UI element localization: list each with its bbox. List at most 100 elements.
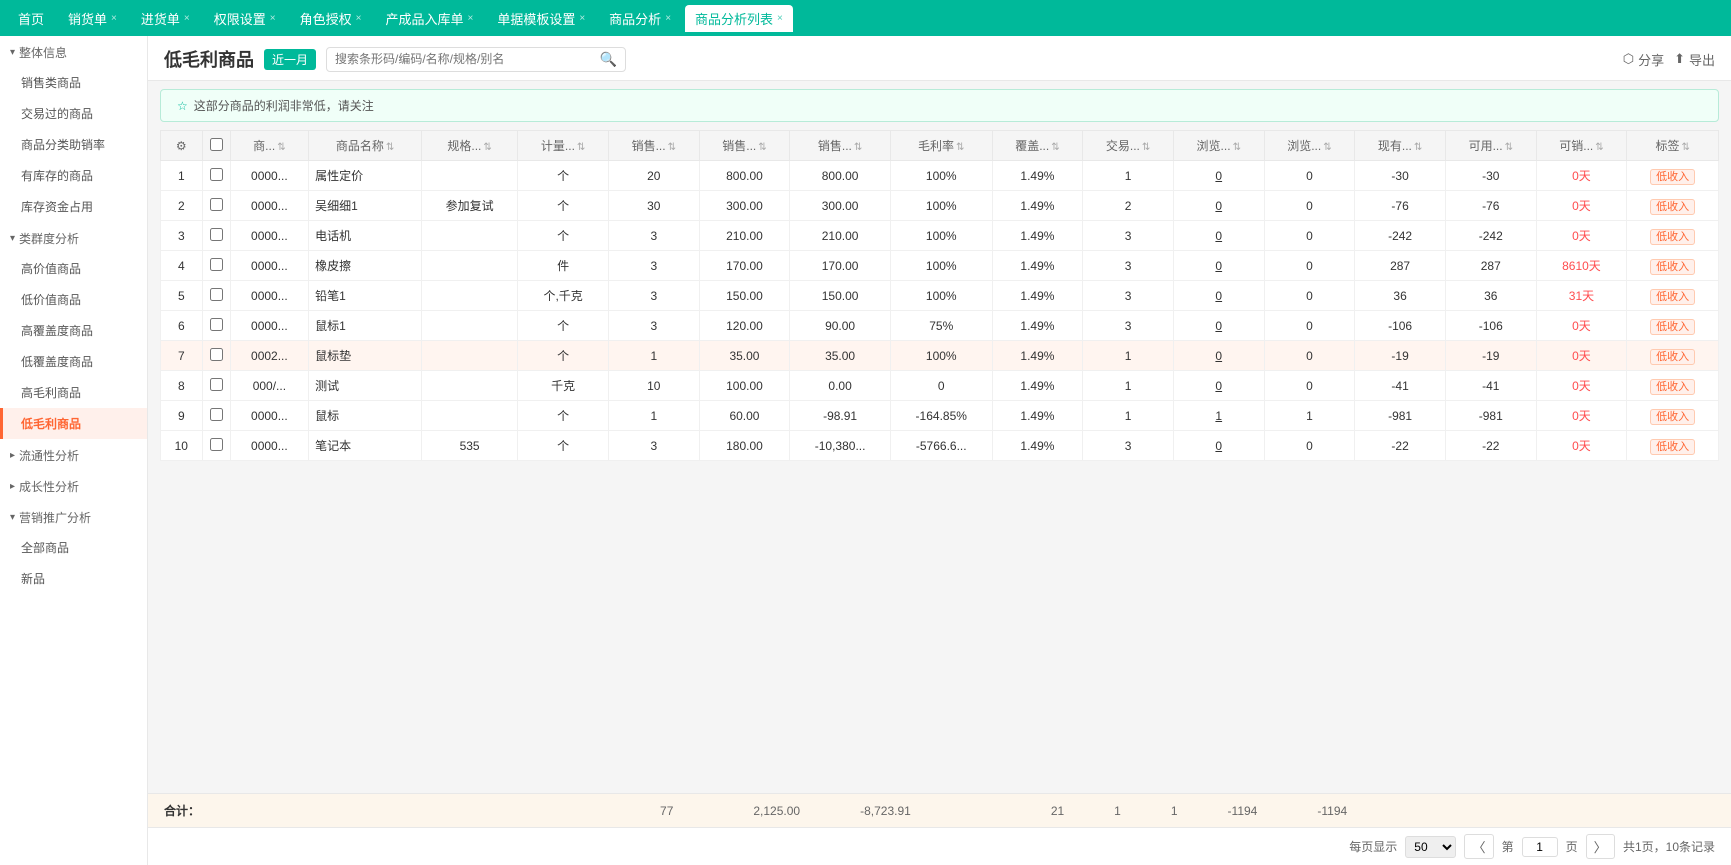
share-button[interactable]: ⬡ 分享 bbox=[1623, 50, 1664, 69]
nav-item-单据模板设置[interactable]: 单据模板设置× bbox=[487, 5, 595, 32]
row-view1[interactable]: 0 bbox=[1173, 191, 1264, 221]
nav-item-商品分析[interactable]: 商品分析× bbox=[599, 5, 681, 32]
col-trade[interactable]: 交易...⇅ bbox=[1083, 131, 1174, 161]
sidebar-item-交易过的商品[interactable]: 交易过的商品 bbox=[0, 98, 147, 129]
row-select-checkbox[interactable] bbox=[210, 198, 223, 211]
row-checkbox[interactable] bbox=[202, 341, 230, 371]
col-sale-amount[interactable]: 销售...⇅ bbox=[790, 131, 891, 161]
col-unit[interactable]: 计量...⇅ bbox=[518, 131, 609, 161]
row-select-checkbox[interactable] bbox=[210, 228, 223, 241]
search-input[interactable] bbox=[335, 52, 596, 66]
page-number-input[interactable] bbox=[1522, 837, 1558, 857]
row-name[interactable]: 鼠标1 bbox=[309, 311, 422, 341]
sidebar-item-高毛利商品[interactable]: 高毛利商品 bbox=[0, 377, 147, 408]
next-page-button[interactable]: 〉 bbox=[1586, 834, 1615, 859]
col-view2[interactable]: 浏览...⇅ bbox=[1264, 131, 1355, 161]
row-name[interactable]: 吴细细1 bbox=[309, 191, 422, 221]
nav-item-权限设置[interactable]: 权限设置× bbox=[204, 5, 286, 32]
nav-close-icon[interactable]: × bbox=[665, 13, 671, 24]
nav-item-销货单[interactable]: 销货单× bbox=[58, 5, 127, 32]
export-button[interactable]: ⬆ 导出 bbox=[1674, 50, 1715, 69]
col-sale-price[interactable]: 销售...⇅ bbox=[699, 131, 790, 161]
row-name[interactable]: 铅笔1 bbox=[309, 281, 422, 311]
row-select-checkbox[interactable] bbox=[210, 288, 223, 301]
row-checkbox[interactable] bbox=[202, 221, 230, 251]
nav-item-角色授权[interactable]: 角色授权× bbox=[290, 5, 372, 32]
row-select-checkbox[interactable] bbox=[210, 408, 223, 421]
col-checkbox[interactable] bbox=[202, 131, 230, 161]
date-badge[interactable]: 近一月 bbox=[264, 49, 316, 70]
col-coverage[interactable]: 覆盖...⇅ bbox=[992, 131, 1083, 161]
nav-close-icon[interactable]: × bbox=[579, 13, 585, 24]
nav-close-icon[interactable]: × bbox=[270, 13, 276, 24]
sidebar-group-title[interactable]: ▾类群度分析 bbox=[0, 222, 147, 253]
per-page-select[interactable]: 50 20 100 bbox=[1405, 836, 1456, 858]
sidebar-group-title[interactable]: ▸流通性分析 bbox=[0, 439, 147, 470]
row-view1[interactable]: 0 bbox=[1173, 371, 1264, 401]
row-select-checkbox[interactable] bbox=[210, 378, 223, 391]
col-current[interactable]: 现有...⇅ bbox=[1355, 131, 1446, 161]
row-view1[interactable]: 0 bbox=[1173, 251, 1264, 281]
nav-item-首页[interactable]: 首页 bbox=[8, 5, 54, 32]
nav-item-进货单[interactable]: 进货单× bbox=[131, 5, 200, 32]
row-checkbox[interactable] bbox=[202, 401, 230, 431]
nav-close-icon[interactable]: × bbox=[111, 13, 117, 24]
col-settings[interactable]: ⚙ bbox=[161, 131, 203, 161]
nav-item-商品分析列表[interactable]: 商品分析列表× bbox=[685, 5, 793, 32]
sidebar-group-title[interactable]: ▾整体信息 bbox=[0, 36, 147, 67]
row-select-checkbox[interactable] bbox=[210, 258, 223, 271]
sidebar-item-有库存的商品[interactable]: 有库存的商品 bbox=[0, 160, 147, 191]
sidebar-item-高覆盖度商品[interactable]: 高覆盖度商品 bbox=[0, 315, 147, 346]
nav-close-icon[interactable]: × bbox=[777, 13, 783, 24]
sidebar-item-全部商品[interactable]: 全部商品 bbox=[0, 532, 147, 563]
row-name[interactable]: 属性定价 bbox=[309, 161, 422, 191]
col-name[interactable]: 商品名称⇅ bbox=[309, 131, 422, 161]
row-name[interactable]: 电话机 bbox=[309, 221, 422, 251]
row-name[interactable]: 鼠标垫 bbox=[309, 341, 422, 371]
select-all-checkbox[interactable] bbox=[210, 138, 223, 151]
row-select-checkbox[interactable] bbox=[210, 348, 223, 361]
row-view1[interactable]: 1 bbox=[1173, 401, 1264, 431]
nav-close-icon[interactable]: × bbox=[184, 13, 190, 24]
sidebar-item-销售类商品[interactable]: 销售类商品 bbox=[0, 67, 147, 98]
search-icon[interactable]: 🔍 bbox=[600, 51, 617, 68]
row-select-checkbox[interactable] bbox=[210, 318, 223, 331]
row-checkbox[interactable] bbox=[202, 161, 230, 191]
col-tag[interactable]: 标签⇅ bbox=[1627, 131, 1719, 161]
prev-page-button[interactable]: 〈 bbox=[1464, 834, 1493, 859]
col-sale-qty[interactable]: 销售...⇅ bbox=[608, 131, 699, 161]
row-view1[interactable]: 0 bbox=[1173, 431, 1264, 461]
col-saleable[interactable]: 可销...⇅ bbox=[1536, 131, 1627, 161]
row-view1[interactable]: 0 bbox=[1173, 221, 1264, 251]
sidebar-group-title[interactable]: ▾营销推广分析 bbox=[0, 501, 147, 532]
sidebar-group-title[interactable]: ▸成长性分析 bbox=[0, 470, 147, 501]
col-margin[interactable]: 毛利率⇅ bbox=[890, 131, 992, 161]
row-select-checkbox[interactable] bbox=[210, 438, 223, 451]
row-checkbox[interactable] bbox=[202, 191, 230, 221]
nav-close-icon[interactable]: × bbox=[467, 13, 473, 24]
sidebar-item-商品分类助销率[interactable]: 商品分类助销率 bbox=[0, 129, 147, 160]
col-spec[interactable]: 规格...⇅ bbox=[421, 131, 517, 161]
col-code[interactable]: 商...⇅ bbox=[230, 131, 309, 161]
nav-close-icon[interactable]: × bbox=[356, 13, 362, 24]
row-name[interactable]: 鼠标 bbox=[309, 401, 422, 431]
row-name[interactable]: 橡皮擦 bbox=[309, 251, 422, 281]
row-view1[interactable]: 0 bbox=[1173, 161, 1264, 191]
row-select-checkbox[interactable] bbox=[210, 168, 223, 181]
row-view1[interactable]: 0 bbox=[1173, 311, 1264, 341]
sidebar-item-低覆盖度商品[interactable]: 低覆盖度商品 bbox=[0, 346, 147, 377]
sidebar-item-高价值商品[interactable]: 高价值商品 bbox=[0, 253, 147, 284]
sidebar-item-低价值商品[interactable]: 低价值商品 bbox=[0, 284, 147, 315]
row-checkbox[interactable] bbox=[202, 251, 230, 281]
nav-item-产成品入库单[interactable]: 产成品入库单× bbox=[375, 5, 483, 32]
col-view1[interactable]: 浏览...⇅ bbox=[1173, 131, 1264, 161]
row-checkbox[interactable] bbox=[202, 311, 230, 341]
row-name[interactable]: 笔记本 bbox=[309, 431, 422, 461]
sidebar-item-新品[interactable]: 新品 bbox=[0, 563, 147, 594]
row-checkbox[interactable] bbox=[202, 431, 230, 461]
sidebar-item-低毛利商品[interactable]: 低毛利商品 bbox=[0, 408, 147, 439]
row-name[interactable]: 测试 bbox=[309, 371, 422, 401]
sidebar-item-库存资金占用[interactable]: 库存资金占用 bbox=[0, 191, 147, 222]
row-view1[interactable]: 0 bbox=[1173, 281, 1264, 311]
row-checkbox[interactable] bbox=[202, 371, 230, 401]
